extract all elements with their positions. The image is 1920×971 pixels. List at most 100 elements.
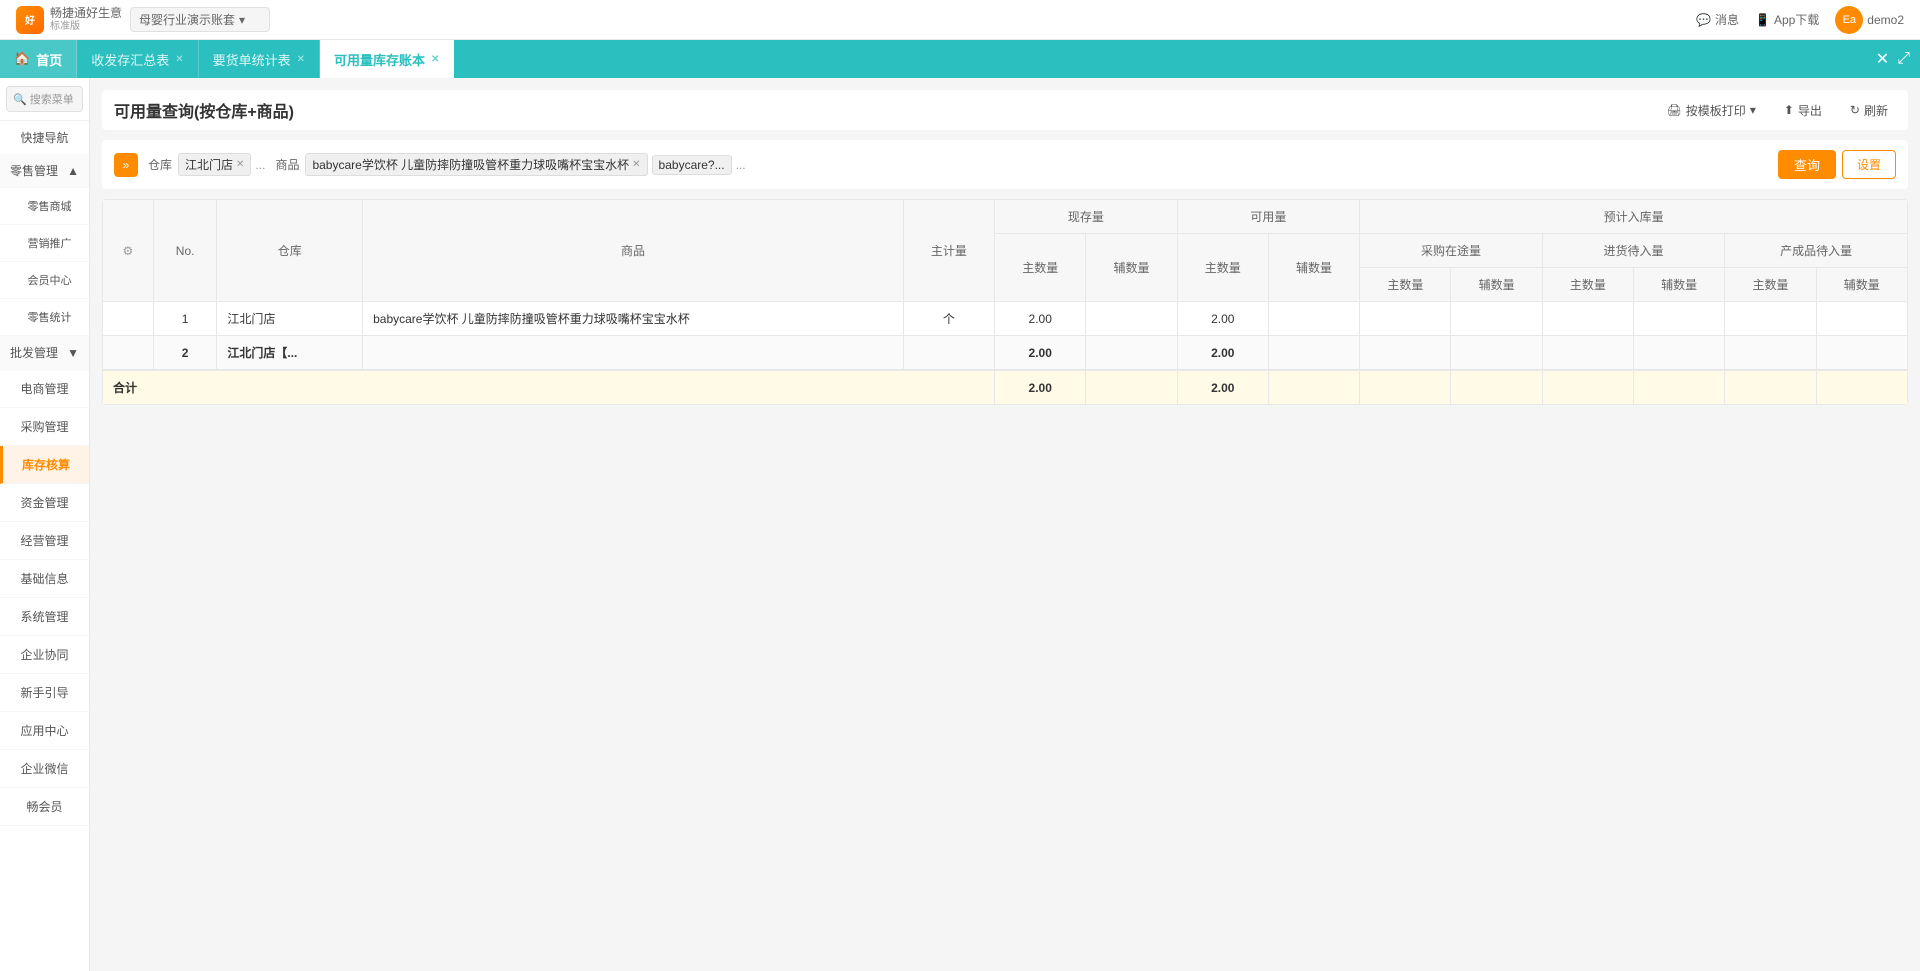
logo-area: 好 畅捷通好生意 标准版 bbox=[16, 6, 122, 34]
sidebar-item-quick-nav[interactable]: 快捷导航 bbox=[0, 121, 89, 154]
industry-selector[interactable]: 母婴行业演示账套 ▾ bbox=[130, 7, 270, 32]
sidebar-item-marketing[interactable]: 营销推广 bbox=[0, 225, 89, 262]
chevron-up-icon: ▲ bbox=[67, 164, 79, 178]
footer-pur-transit-main bbox=[1360, 370, 1451, 405]
sidebar-item-member-center[interactable]: 会员中心 bbox=[0, 262, 89, 299]
sidebar-item-retail-mall[interactable]: 零售商城 bbox=[0, 188, 89, 225]
sidebar-item-ecommerce-mgmt[interactable]: 电商管理 bbox=[0, 370, 89, 408]
sidebar-item-wholesale-mgmt[interactable]: 批发管理 ▼ bbox=[0, 336, 89, 370]
warehouse-tag-jianbeimendian: 江北门店 ✕ bbox=[178, 153, 251, 176]
row2-no: 2 bbox=[153, 336, 217, 371]
top-bar: 好 畅捷通好生意 标准版 母婴行业演示账套 ▾ 💬 消息 📱 App下载 Ea … bbox=[0, 0, 1920, 40]
col-product-pending-header: 产成品待入量 bbox=[1725, 234, 1908, 268]
product-tags: babycare学饮杯 儿童防摔防撞吸管杯重力球吸嘴杯宝宝水杯 ✕ babyca… bbox=[305, 153, 745, 176]
sidebar-item-inventory-check[interactable]: 库存核算 bbox=[0, 446, 89, 484]
close-all-tabs-icon[interactable]: ✕ bbox=[1876, 49, 1889, 69]
row1-stock-aux bbox=[1086, 302, 1177, 336]
col-purchase-transit-header: 采购在途量 bbox=[1360, 234, 1543, 268]
col-product-aux: 辅数量 bbox=[1816, 268, 1907, 302]
home-icon: 🏠 bbox=[14, 51, 30, 67]
col-avail-aux: 辅数量 bbox=[1268, 234, 1359, 302]
logo-icon: 好 bbox=[16, 6, 44, 34]
sidebar-item-retail-mgmt[interactable]: 零售管理 ▲ bbox=[0, 154, 89, 188]
col-avail-main: 主数量 bbox=[1177, 234, 1268, 302]
tab-close-receive-summary[interactable]: ✕ bbox=[175, 54, 183, 65]
message-icon: 💬 bbox=[1696, 13, 1711, 27]
row1-gear bbox=[103, 302, 154, 336]
table-footer-row: 合计 2.00 2.00 bbox=[103, 370, 1908, 405]
row1-warehouse: 江北门店 bbox=[217, 302, 363, 336]
col-import-main: 主数量 bbox=[1542, 268, 1633, 302]
row2-pur-transit-main bbox=[1360, 336, 1451, 371]
refresh-icon: ↻ bbox=[1850, 103, 1860, 117]
sidebar-item-enterprise-collab[interactable]: 企业协同 bbox=[0, 636, 89, 674]
print-template-button[interactable]: 🖨 按模板打印 ▾ bbox=[1659, 99, 1764, 122]
app-download-button[interactable]: 📱 App下载 bbox=[1755, 11, 1819, 28]
page-actions: 🖨 按模板打印 ▾ ⬆ 导出 ↻ 刷新 bbox=[1659, 99, 1896, 122]
footer-stock-main: 2.00 bbox=[995, 370, 1086, 405]
chevron-down-icon: ▾ bbox=[239, 13, 245, 27]
refresh-button[interactable]: ↻ 刷新 bbox=[1842, 99, 1896, 122]
sidebar-item-retail-stats[interactable]: 零售统计 bbox=[0, 299, 89, 336]
product-filter: 商品 babycare学饮杯 儿童防摔防撞吸管杯重力球吸嘴杯宝宝水杯 ✕ bab… bbox=[275, 153, 745, 176]
row2-import-main bbox=[1542, 336, 1633, 371]
col-import-aux: 辅数量 bbox=[1634, 268, 1725, 302]
row1-stock-main: 2.00 bbox=[995, 302, 1086, 336]
sidebar-item-basic-info[interactable]: 基础信息 bbox=[0, 560, 89, 598]
sidebar-item-app-center[interactable]: 应用中心 bbox=[0, 712, 89, 750]
sidebar: 🔍 搜索菜单 快捷导航 零售管理 ▲ 零售商城 营销推广 会员中心 零售统计 批… bbox=[0, 78, 90, 971]
sidebar-item-vip-member[interactable]: 畅会员 bbox=[0, 788, 89, 826]
product-more-button[interactable]: ... bbox=[736, 158, 746, 172]
warehouse-tags: 江北门店 ✕ ... bbox=[178, 153, 265, 176]
sidebar-item-system-mgmt[interactable]: 系统管理 bbox=[0, 598, 89, 636]
tab-available-inventory[interactable]: 可用量库存账本 ✕ bbox=[320, 40, 454, 78]
tab-receive-summary[interactable]: 收发存汇总表 ✕ bbox=[77, 40, 198, 78]
sidebar-search-button[interactable]: 🔍 搜索菜单 bbox=[6, 86, 83, 112]
row2-import-aux bbox=[1634, 336, 1725, 371]
avatar: Ea bbox=[1835, 6, 1863, 34]
footer-import-main bbox=[1542, 370, 1633, 405]
col-pur-transit-aux: 辅数量 bbox=[1451, 268, 1542, 302]
product-tag-babycare: babycare学饮杯 儿童防摔防撞吸管杯重力球吸嘴杯宝宝水杯 ✕ bbox=[305, 153, 647, 176]
tab-order-stats[interactable]: 要货单统计表 ✕ bbox=[199, 40, 320, 78]
sidebar-item-purchase-mgmt[interactable]: 采购管理 bbox=[0, 408, 89, 446]
nav-tabs: 🏠 首页 收发存汇总表 ✕ 要货单统计表 ✕ 可用量库存账本 ✕ ✕ ⤢ bbox=[0, 40, 1920, 78]
col-no: No. bbox=[153, 200, 217, 302]
warehouse-filter: 仓库 江北门店 ✕ ... bbox=[148, 153, 265, 176]
tab-close-order-stats[interactable]: ✕ bbox=[297, 54, 305, 65]
row2-warehouse: 江北门店【... bbox=[217, 336, 363, 371]
inventory-table: ⚙ No. 仓库 商品 主计量 现存量 可用量 预计入库量 主数量 辅数量 主数… bbox=[102, 199, 1908, 405]
warehouse-more-button[interactable]: ... bbox=[255, 158, 265, 172]
sidebar-item-enterprise-wechat[interactable]: 企业微信 bbox=[0, 750, 89, 788]
row1-no: 1 bbox=[153, 302, 217, 336]
user-menu[interactable]: Ea demo2 bbox=[1835, 6, 1904, 34]
settings-button[interactable]: 设置 bbox=[1842, 150, 1896, 179]
filter-action-buttons: 查询 设置 bbox=[1778, 150, 1896, 179]
sidebar-item-new-guide[interactable]: 新手引导 bbox=[0, 674, 89, 712]
col-stock-header: 现存量 bbox=[995, 200, 1178, 234]
row1-product: babycare学饮杯 儿童防摔防撞吸管杯重力球吸嘴杯宝宝水杯 bbox=[363, 302, 904, 336]
expand-icon[interactable]: ⤢ bbox=[1897, 50, 1910, 68]
tab-home[interactable]: 🏠 首页 bbox=[0, 40, 77, 78]
tab-close-available-inventory[interactable]: ✕ bbox=[431, 54, 439, 65]
row2-stock-aux bbox=[1086, 336, 1177, 371]
chevron-down-icon: ▼ bbox=[67, 346, 79, 360]
col-warehouse: 仓库 bbox=[217, 200, 363, 302]
col-main-unit: 主计量 bbox=[903, 200, 994, 302]
query-button[interactable]: 查询 bbox=[1778, 150, 1836, 179]
remove-warehouse-tag[interactable]: ✕ bbox=[236, 159, 244, 170]
row2-avail-main: 2.00 bbox=[1177, 336, 1268, 371]
nav-tabs-actions: ✕ ⤢ bbox=[1866, 40, 1920, 78]
remove-product-tag-1[interactable]: ✕ bbox=[632, 159, 640, 170]
col-planned-in-header: 预计入库量 bbox=[1360, 200, 1908, 234]
top-bar-right: 💬 消息 📱 App下载 Ea demo2 bbox=[1696, 6, 1904, 34]
filter-toggle-button[interactable]: » bbox=[114, 153, 138, 177]
export-button[interactable]: ⬆ 导出 bbox=[1776, 99, 1830, 122]
sidebar-item-finance-mgmt[interactable]: 资金管理 bbox=[0, 484, 89, 522]
sidebar-item-ops-mgmt[interactable]: 经营管理 bbox=[0, 522, 89, 560]
message-button[interactable]: 💬 消息 bbox=[1696, 11, 1739, 28]
row2-stock-main: 2.00 bbox=[995, 336, 1086, 371]
col-import-pending-header: 进货待入量 bbox=[1542, 234, 1725, 268]
table-row: 1 江北门店 babycare学饮杯 儿童防摔防撞吸管杯重力球吸嘴杯宝宝水杯 个… bbox=[103, 302, 1908, 336]
col-gear: ⚙ bbox=[103, 200, 154, 302]
